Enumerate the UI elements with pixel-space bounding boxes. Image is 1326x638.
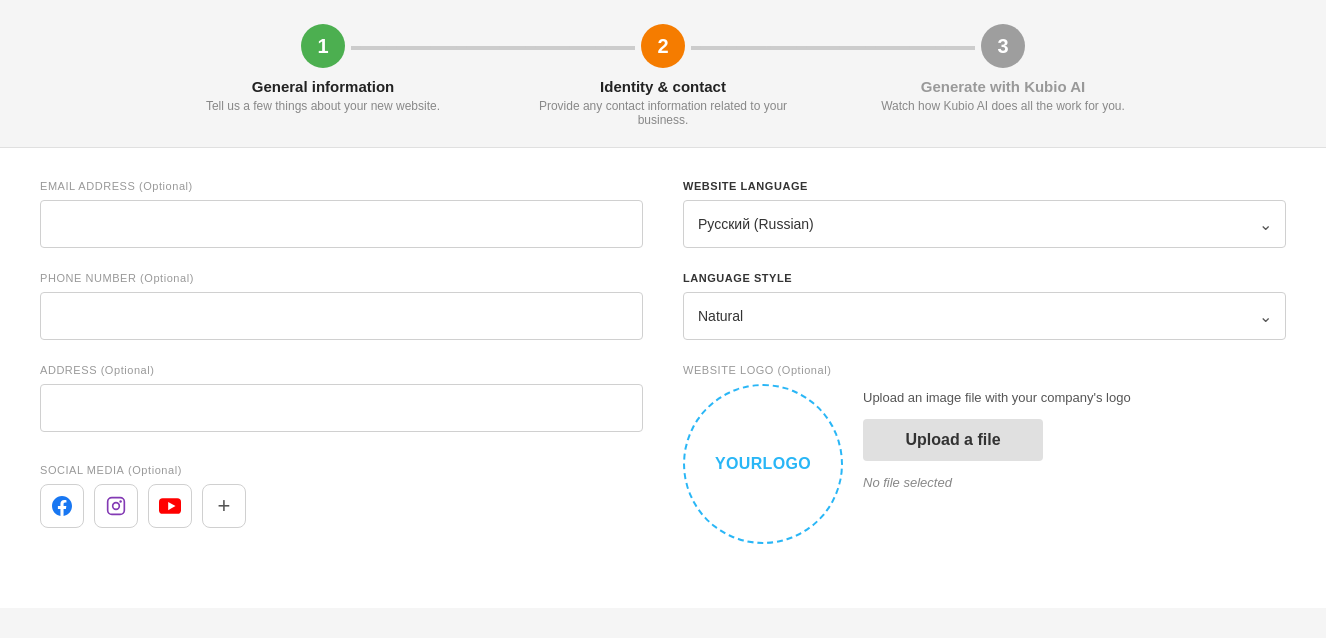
step-2-circle: 2	[641, 24, 685, 68]
instagram-icon	[106, 496, 126, 516]
website-language-group: WEBSITE LANGUAGE Русский (Russian) Engli…	[683, 180, 1286, 248]
step-1-desc: Tell us a few things about your new webs…	[206, 99, 440, 113]
social-icons-row: +	[40, 484, 643, 528]
step-1: 1 General information Tell us a few thin…	[153, 24, 493, 113]
svg-point-1	[113, 503, 120, 510]
logo-preview-text: YOURLOGO	[715, 455, 811, 473]
email-field-group: EMAIL ADDRESS (Optional)	[40, 180, 643, 248]
svg-point-2	[119, 500, 122, 503]
logo-upload-area: YOURLOGO Upload an image file with your …	[683, 384, 1286, 544]
phone-field-group: PHONE NUMBER (Optional)	[40, 272, 643, 340]
stepper: 1 General information Tell us a few thin…	[0, 0, 1326, 148]
upload-file-button[interactable]: Upload a file	[863, 419, 1043, 461]
language-style-group: LANGUAGE STYLE Natural Formal Casual ⌄	[683, 272, 1286, 340]
language-style-select[interactable]: Natural Formal Casual	[683, 292, 1286, 340]
step-1-circle: 1	[301, 24, 345, 68]
form-left: EMAIL ADDRESS (Optional) PHONE NUMBER (O…	[40, 180, 643, 576]
step-1-title: General information	[252, 78, 395, 95]
step-3-title: Generate with Kubio AI	[921, 78, 1085, 95]
no-file-text: No file selected	[863, 475, 1131, 490]
facebook-button[interactable]	[40, 484, 84, 528]
form-right: WEBSITE LANGUAGE Русский (Russian) Engli…	[683, 180, 1286, 576]
website-logo-label: WEBSITE LOGO (Optional)	[683, 364, 1286, 376]
social-media-label: SOCIAL MEDIA (Optional)	[40, 464, 643, 476]
website-logo-group: WEBSITE LOGO (Optional) YOURLOGO Upload …	[683, 364, 1286, 544]
address-field-group: ADDRESS (Optional)	[40, 364, 643, 432]
email-label: EMAIL ADDRESS (Optional)	[40, 180, 643, 192]
step-3-desc: Watch how Kubio AI does all the work for…	[881, 99, 1125, 113]
step-2-title: Identity & contact	[600, 78, 726, 95]
address-input[interactable]	[40, 384, 643, 432]
logo-preview: YOURLOGO	[683, 384, 843, 544]
instagram-button[interactable]	[94, 484, 138, 528]
step-3: 3 Generate with Kubio AI Watch how Kubio…	[833, 24, 1173, 113]
address-label: ADDRESS (Optional)	[40, 364, 643, 376]
logo-upload-info: Upload an image file with your company's…	[863, 384, 1131, 490]
language-style-select-wrapper: Natural Formal Casual ⌄	[683, 292, 1286, 340]
social-media-group: SOCIAL MEDIA (Optional)	[40, 464, 643, 528]
form-area: EMAIL ADDRESS (Optional) PHONE NUMBER (O…	[0, 148, 1326, 608]
step-3-circle: 3	[981, 24, 1025, 68]
plus-icon: +	[218, 493, 231, 519]
phone-input[interactable]	[40, 292, 643, 340]
youtube-icon	[159, 498, 181, 514]
website-language-select-wrapper: Русский (Russian) English Français Deuts…	[683, 200, 1286, 248]
language-style-label: LANGUAGE STYLE	[683, 272, 1286, 284]
svg-rect-0	[108, 498, 125, 515]
facebook-icon	[52, 496, 72, 516]
phone-label: PHONE NUMBER (Optional)	[40, 272, 643, 284]
youtube-button[interactable]	[148, 484, 192, 528]
email-input[interactable]	[40, 200, 643, 248]
step-2: 2 Identity & contact Provide any contact…	[493, 24, 833, 127]
add-social-button[interactable]: +	[202, 484, 246, 528]
website-language-label: WEBSITE LANGUAGE	[683, 180, 1286, 192]
step-2-desc: Provide any contact information related …	[533, 99, 793, 127]
website-language-select[interactable]: Русский (Russian) English Français Deuts…	[683, 200, 1286, 248]
logo-description: Upload an image file with your company's…	[863, 390, 1131, 405]
